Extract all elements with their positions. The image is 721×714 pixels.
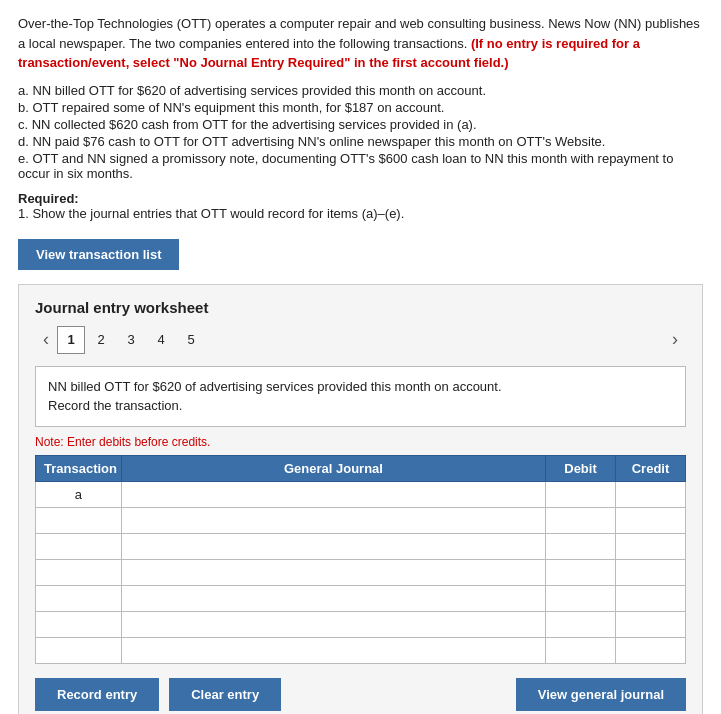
journal-cell-3[interactable] [121, 533, 545, 559]
table-row [36, 611, 686, 637]
trans-cell-4 [36, 559, 122, 585]
debit-input-6[interactable] [546, 612, 615, 637]
trans-cell-5 [36, 585, 122, 611]
credit-cell-5[interactable] [616, 585, 686, 611]
credit-input-1[interactable] [616, 482, 685, 507]
table-row [36, 559, 686, 585]
journal-input-7[interactable] [122, 638, 545, 663]
journal-input-1[interactable] [122, 482, 545, 507]
table-row [36, 637, 686, 663]
credit-cell-6[interactable] [616, 611, 686, 637]
required-item: 1. Show the journal entries that OTT wou… [18, 206, 703, 221]
transaction-desc-text: NN billed OTT for $620 of advertising se… [48, 379, 502, 414]
debit-cell-2[interactable] [546, 507, 616, 533]
credit-cell-2[interactable] [616, 507, 686, 533]
debit-input-3[interactable] [546, 534, 615, 559]
journal-input-2[interactable] [122, 508, 545, 533]
col-general-journal: General Journal [121, 455, 545, 481]
journal-cell-1[interactable] [121, 481, 545, 507]
record-entry-button[interactable]: Record entry [35, 678, 159, 711]
transaction-item-d: d. NN paid $76 cash to OTT for OTT adver… [18, 134, 703, 149]
table-row [36, 507, 686, 533]
journal-table: Transaction General Journal Debit Credit… [35, 455, 686, 664]
debit-cell-6[interactable] [546, 611, 616, 637]
credit-cell-4[interactable] [616, 559, 686, 585]
view-transaction-list-button[interactable]: View transaction list [18, 239, 179, 270]
credit-input-2[interactable] [616, 508, 685, 533]
journal-input-3[interactable] [122, 534, 545, 559]
journal-cell-7[interactable] [121, 637, 545, 663]
debit-cell-3[interactable] [546, 533, 616, 559]
table-row [36, 533, 686, 559]
trans-cell-7 [36, 637, 122, 663]
journal-input-6[interactable] [122, 612, 545, 637]
debit-input-1[interactable] [546, 482, 615, 507]
bottom-buttons: Record entry Clear entry View general jo… [35, 678, 686, 711]
credit-cell-7[interactable] [616, 637, 686, 663]
debit-input-2[interactable] [546, 508, 615, 533]
worksheet-title: Journal entry worksheet [35, 299, 686, 316]
required-label: Required: [18, 191, 79, 206]
credit-input-4[interactable] [616, 560, 685, 585]
page-3[interactable]: 3 [117, 326, 145, 354]
journal-entry-worksheet: Journal entry worksheet ‹ 1 2 3 4 5 › NN… [18, 284, 703, 715]
col-debit: Debit [546, 455, 616, 481]
credit-cell-1[interactable] [616, 481, 686, 507]
clear-entry-button[interactable]: Clear entry [169, 678, 281, 711]
trans-cell-1: a [36, 481, 122, 507]
view-general-journal-button[interactable]: View general journal [516, 678, 686, 711]
transaction-item-a: a. NN billed OTT for $620 of advertising… [18, 83, 703, 98]
note-text: Note: Enter debits before credits. [35, 435, 686, 449]
debit-input-5[interactable] [546, 586, 615, 611]
intro-paragraph: Over-the-Top Technologies (OTT) operates… [18, 14, 703, 73]
debit-input-7[interactable] [546, 638, 615, 663]
journal-input-5[interactable] [122, 586, 545, 611]
journal-cell-4[interactable] [121, 559, 545, 585]
page-5[interactable]: 5 [177, 326, 205, 354]
debit-cell-1[interactable] [546, 481, 616, 507]
transaction-item-b: b. OTT repaired some of NN's equipment t… [18, 100, 703, 115]
page-2[interactable]: 2 [87, 326, 115, 354]
prev-page-arrow[interactable]: ‹ [35, 327, 57, 352]
credit-input-5[interactable] [616, 586, 685, 611]
journal-cell-2[interactable] [121, 507, 545, 533]
trans-cell-6 [36, 611, 122, 637]
col-transaction: Transaction [36, 455, 122, 481]
pagination-row: ‹ 1 2 3 4 5 › [35, 326, 686, 354]
trans-cell-3 [36, 533, 122, 559]
credit-input-3[interactable] [616, 534, 685, 559]
debit-cell-4[interactable] [546, 559, 616, 585]
credit-cell-3[interactable] [616, 533, 686, 559]
journal-cell-5[interactable] [121, 585, 545, 611]
debit-input-4[interactable] [546, 560, 615, 585]
page-4[interactable]: 4 [147, 326, 175, 354]
credit-input-6[interactable] [616, 612, 685, 637]
journal-cell-6[interactable] [121, 611, 545, 637]
page-1[interactable]: 1 [57, 326, 85, 354]
table-row [36, 585, 686, 611]
required-section: Required: 1. Show the journal entries th… [18, 191, 703, 221]
next-page-arrow[interactable]: › [664, 327, 686, 352]
table-row: a [36, 481, 686, 507]
transaction-item-e: e. OTT and NN signed a promissory note, … [18, 151, 703, 181]
transaction-item-c: c. NN collected $620 cash from OTT for t… [18, 117, 703, 132]
debit-cell-7[interactable] [546, 637, 616, 663]
journal-input-4[interactable] [122, 560, 545, 585]
trans-cell-2 [36, 507, 122, 533]
transaction-description: NN billed OTT for $620 of advertising se… [35, 366, 686, 427]
debit-cell-5[interactable] [546, 585, 616, 611]
transaction-list: a. NN billed OTT for $620 of advertising… [18, 83, 703, 181]
credit-input-7[interactable] [616, 638, 685, 663]
col-credit: Credit [616, 455, 686, 481]
